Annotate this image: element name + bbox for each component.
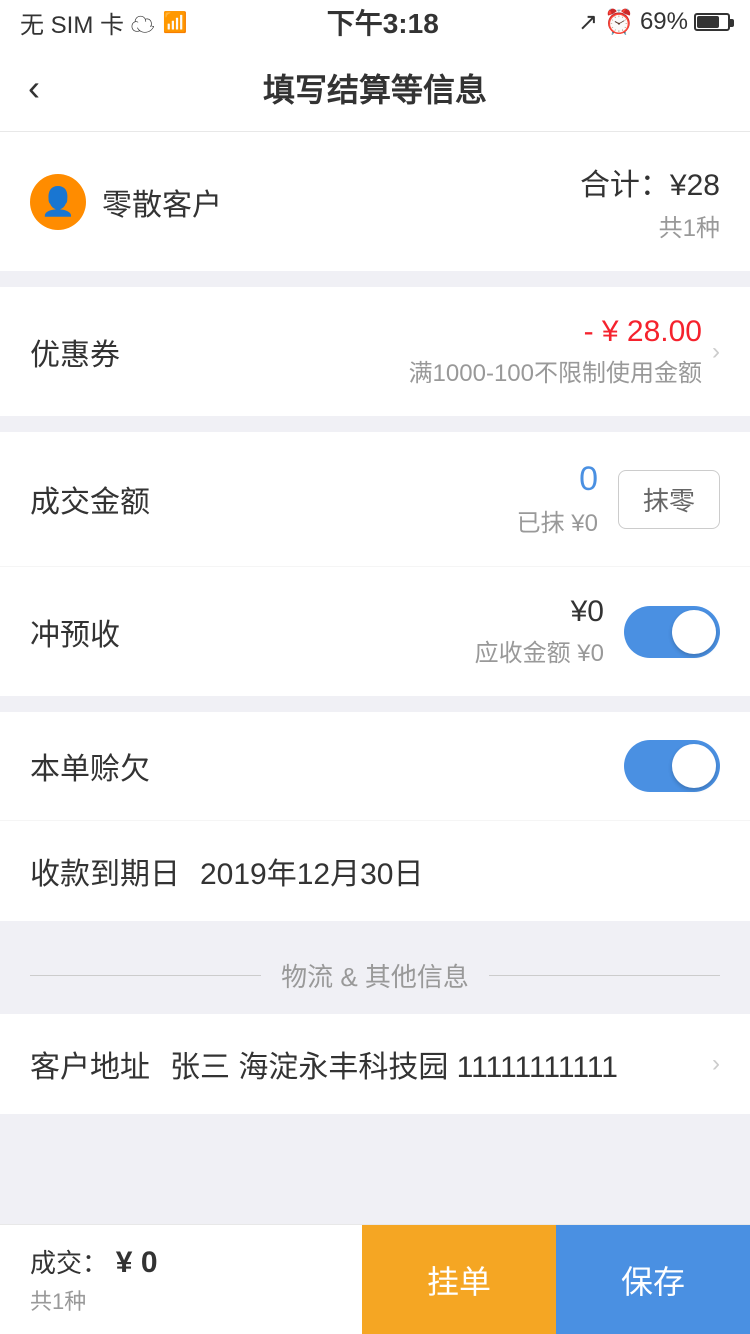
alarm-icon: ⏰ <box>604 8 634 37</box>
due-date-value: 2019年12月30日 <box>200 849 423 893</box>
page-title: 填写结算等信息 <box>263 65 487 111</box>
bottom-deal-label: 成交： <box>30 1248 108 1278</box>
address-label: 客户地址 <box>30 1042 150 1086</box>
address-row[interactable]: 客户地址 张三 海淀永丰科技园 11111111111 › <box>0 1014 750 1114</box>
logistics-label: 物流 & 其他信息 <box>281 957 469 994</box>
battery-percent: 69% <box>640 8 688 36</box>
bottom-count: 共1种 <box>30 1284 332 1316</box>
amount-label: 成交金额 <box>30 477 150 521</box>
credit-toggle[interactable] <box>624 740 720 792</box>
coupon-right: - ¥ 28.00 满1000-100不限制使用金额 › <box>409 315 720 388</box>
sim-label: 无 SIM 卡 ☁ <box>20 5 155 40</box>
prepay-amounts: ¥0 应收金额 ¥0 <box>475 595 604 668</box>
location-icon: ↗ <box>578 8 598 37</box>
hold-button[interactable]: 挂单 <box>362 1225 556 1334</box>
toggle-circle <box>672 610 716 654</box>
logistics-divider: 物流 & 其他信息 <box>0 937 750 1014</box>
customer-name: 零散客户 <box>102 180 222 224</box>
address-section: 客户地址 张三 海淀永丰科技园 11111111111 › <box>0 1014 750 1114</box>
bottom-deal-row: 成交： ¥ 0 <box>30 1243 332 1280</box>
total-amount: 合计：¥28 <box>580 160 720 204</box>
due-date-label: 收款到期日 <box>30 849 180 893</box>
coupon-discount: - ¥ 28.00 <box>409 315 702 349</box>
chevron-right-icon: › <box>712 338 720 366</box>
status-bar: 无 SIM 卡 ☁ 📶 下午3:18 ↗ ⏰ 69% <box>0 0 750 44</box>
customer-left: 👤 零散客户 <box>30 174 222 230</box>
customer-total: 合计：¥28 共1种 <box>580 160 720 243</box>
avatar-icon: 👤 <box>41 185 76 218</box>
amount-right: 0 已抹 ¥0 抹零 <box>517 460 720 538</box>
coupon-amount: - ¥ 28.00 满1000-100不限制使用金额 <box>409 315 702 388</box>
round-button[interactable]: 抹零 <box>618 470 720 529</box>
coupon-row[interactable]: 优惠券 - ¥ 28.00 满1000-100不限制使用金额 › <box>0 287 750 416</box>
wifi-icon: 📶 <box>163 10 188 35</box>
back-button[interactable]: ‹ <box>28 67 40 109</box>
bottom-deal-amount: ¥ 0 <box>116 1246 158 1279</box>
amount-value: 0 <box>517 460 598 499</box>
content: 👤 零散客户 合计：¥28 共1种 优惠券 - ¥ 28.00 满1000-10… <box>0 132 750 1250</box>
address-value: 张三 海淀永丰科技园 11111111111 <box>170 1042 712 1086</box>
status-left: 无 SIM 卡 ☁ 📶 <box>20 5 188 40</box>
prepay-label: 冲预收 <box>30 610 120 654</box>
total-count: 共1种 <box>580 208 720 243</box>
divider-line-right <box>489 975 720 976</box>
transaction-row: 成交金额 0 已抹 ¥0 抹零 <box>0 432 750 567</box>
address-chevron-icon: › <box>712 1050 720 1078</box>
amount-section: 成交金额 0 已抹 ¥0 抹零 冲预收 ¥0 应收金额 ¥0 <box>0 432 750 696</box>
status-time: 下午3:18 <box>327 2 439 42</box>
save-button[interactable]: 保存 <box>556 1225 750 1334</box>
amount-sub: 已抹 ¥0 <box>517 503 598 538</box>
coupon-label: 优惠券 <box>30 330 120 374</box>
bottom-bar: 成交： ¥ 0 共1种 挂单 保存 <box>0 1224 750 1334</box>
battery-icon <box>694 13 730 31</box>
due-date-row[interactable]: 收款到期日 2019年12月30日 <box>0 821 750 921</box>
prepay-val: ¥0 <box>475 595 604 629</box>
status-right: ↗ ⏰ 69% <box>578 8 730 37</box>
nav-bar: ‹ 填写结算等信息 <box>0 44 750 132</box>
credit-toggle-circle <box>672 744 716 788</box>
divider-line-left <box>30 975 261 976</box>
credit-section: 本单赊欠 收款到期日 2019年12月30日 <box>0 712 750 921</box>
avatar: 👤 <box>30 174 86 230</box>
credit-label: 本单赊欠 <box>30 744 150 788</box>
bottom-summary: 成交： ¥ 0 共1种 <box>0 1243 362 1316</box>
prepay-toggle[interactable] <box>624 606 720 658</box>
credit-row: 本单赊欠 <box>0 712 750 821</box>
customer-row: 👤 零散客户 合计：¥28 共1种 <box>0 132 750 271</box>
prepay-row: 冲预收 ¥0 应收金额 ¥0 <box>0 567 750 696</box>
amount-value-col: 0 已抹 ¥0 <box>517 460 598 538</box>
prepay-sub: 应收金额 ¥0 <box>475 633 604 668</box>
coupon-desc: 满1000-100不限制使用金额 <box>409 353 702 388</box>
prepay-right: ¥0 应收金额 ¥0 <box>475 595 720 668</box>
